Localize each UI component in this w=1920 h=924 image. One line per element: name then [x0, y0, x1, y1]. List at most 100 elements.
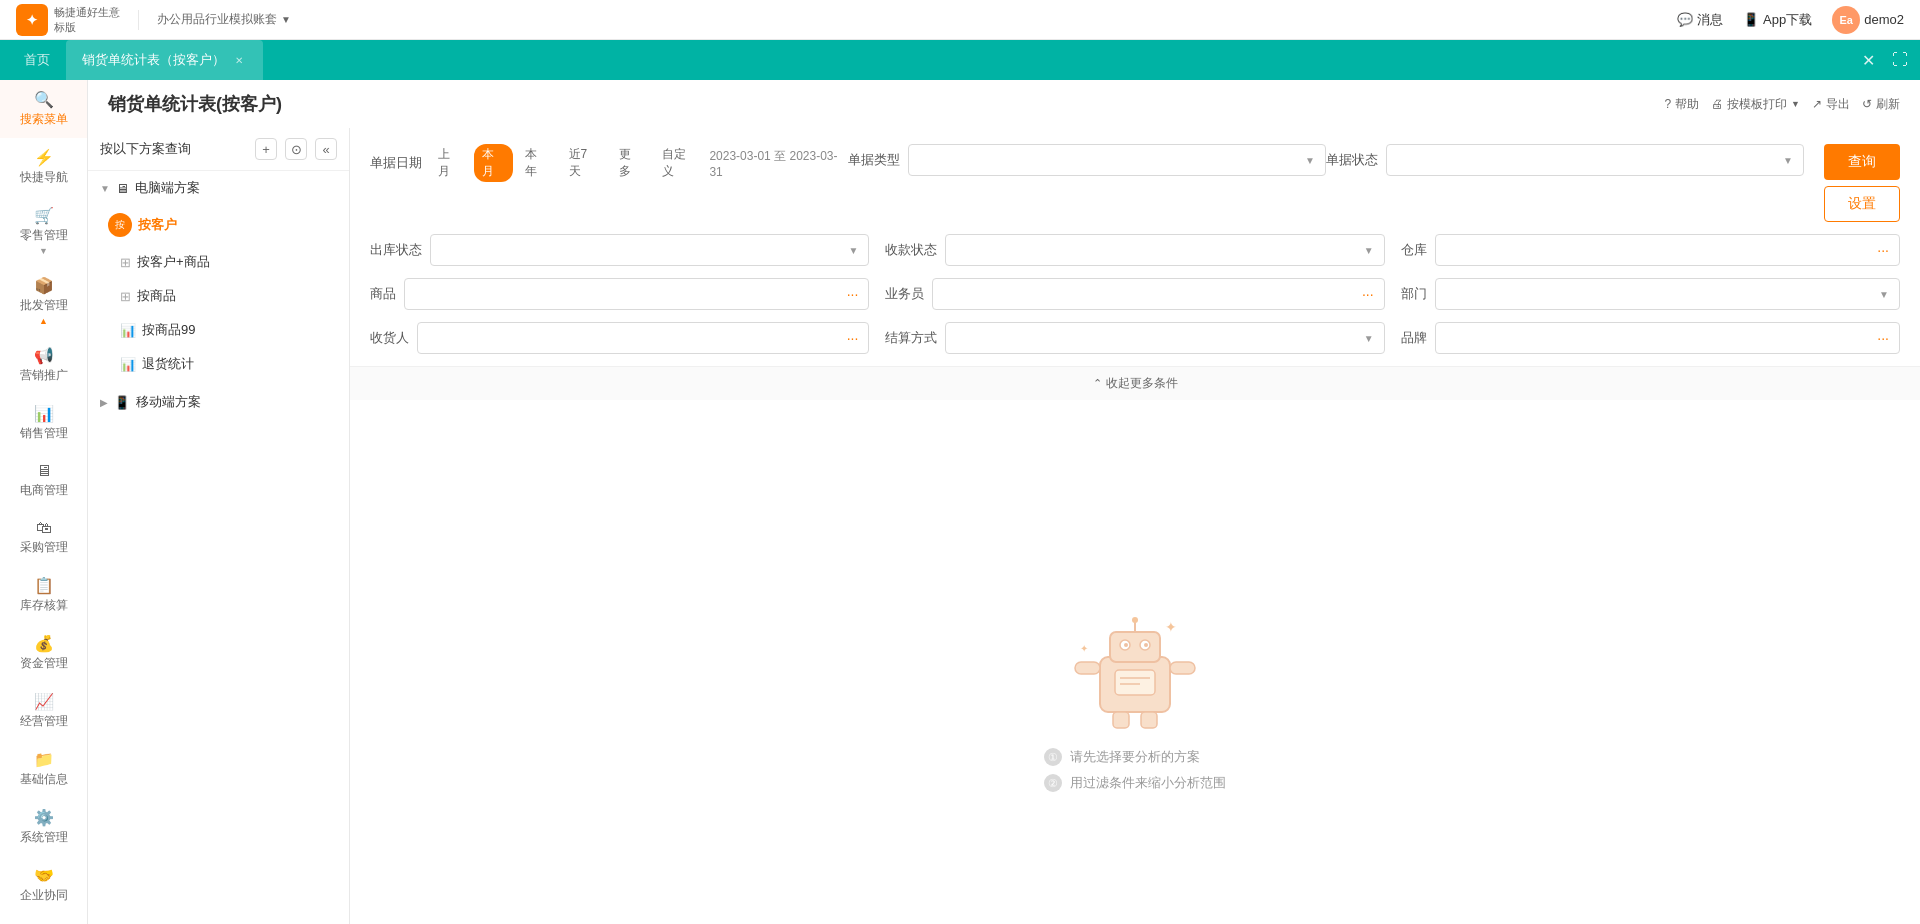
mobile-expand-icon: ▶ [100, 397, 108, 408]
settings-scheme-btn[interactable]: ⊙ [285, 138, 307, 160]
refresh-btn[interactable]: ↺ 刷新 [1862, 96, 1900, 113]
date-last-7[interactable]: 近7天 [561, 144, 607, 182]
date-more[interactable]: 更多 [611, 144, 651, 182]
sidebar-item-ecommerce[interactable]: 🖥 电商管理 [0, 452, 87, 509]
sidebar-item-new-guide[interactable]: 📌 新手引导 [0, 914, 87, 924]
outstatus-label: 出库状态 [370, 241, 422, 259]
sidebar-item-sys-mgmt[interactable]: ⚙️ 系统管理 [0, 798, 87, 856]
sidebar-item-marketing[interactable]: 📢 营销推广 [0, 336, 87, 394]
tree-group-mobile[interactable]: ▶ 📱 移动端方案 [88, 385, 349, 419]
header-right: 💬 消息 📱 App下载 Ea demo2 [1677, 6, 1904, 34]
filter-section: 单据日期 上月 本月 本年 近7天 更多 自定义 2023-03-01 至 20… [350, 128, 1920, 366]
tab-home[interactable]: 首页 [8, 40, 66, 80]
tree-item-by-return[interactable]: 📊 退货统计 [88, 347, 349, 381]
date-custom[interactable]: 自定义 [654, 144, 705, 182]
docstatus-dropdown-icon: ▼ [1783, 155, 1793, 166]
dept-select[interactable]: ▼ [1435, 278, 1900, 310]
by-product-99-icon: 📊 [120, 323, 136, 338]
sidebar-item-retail[interactable]: 🛒 零售管理 ▼ [0, 196, 87, 266]
tree-group-desktop[interactable]: ▼ 🖥 电脑端方案 [88, 171, 349, 205]
empty-state: ✦ ✦ ① 请先选择要分析的方案 ② [1044, 612, 1226, 792]
operations-icon: 📈 [34, 692, 54, 711]
salesperson-label: 业务员 [885, 285, 924, 303]
sidebar-item-enterprise-label: 企业协同 [20, 887, 68, 904]
export-btn[interactable]: ↗ 导出 [1812, 96, 1850, 113]
date-this-year[interactable]: 本年 [517, 144, 557, 182]
message-btn[interactable]: 💬 消息 [1677, 11, 1723, 29]
date-last-month[interactable]: 上月 [430, 144, 470, 182]
page-header: 销货单统计表(按客户) ? 帮助 🖨 按模板打印 ▼ ↗ 导出 [88, 80, 1920, 128]
tab-close-icon[interactable]: ✕ [231, 52, 247, 68]
date-this-month[interactable]: 本月 [474, 144, 514, 182]
wholesale-icon: 📦 [34, 276, 54, 295]
sidebar-item-inventory-label: 库存核算 [20, 597, 68, 614]
docstatus-select[interactable]: ▼ [1386, 144, 1804, 176]
consignee-dots-icon: ··· [847, 330, 859, 346]
right-side: 销货单统计表(按客户) ? 帮助 🖨 按模板打印 ▼ ↗ 导出 [88, 80, 1920, 924]
tab-sales-customer[interactable]: 销货单统计表（按客户） ✕ [66, 40, 263, 80]
tree-item-by-customer[interactable]: 按 按客户 [88, 205, 349, 245]
payment-select[interactable]: ▼ [945, 322, 1384, 354]
query-btn[interactable]: 查询 [1824, 144, 1900, 180]
retail-expand-icon: ▼ [39, 246, 48, 256]
left-panel: 按以下方案查询 + ⊙ « ▼ 🖥 电脑端方案 [88, 128, 350, 924]
help-btn[interactable]: ? 帮助 [1664, 96, 1699, 113]
sidebar-item-finance[interactable]: 💰 资金管理 [0, 624, 87, 682]
date-options: 上月 本月 本年 近7天 更多 自定义 2023-03-01 至 2023-03… [430, 144, 848, 182]
tab-close-all-btn[interactable]: ✕ [1856, 48, 1880, 72]
sidebar-item-purchase-label: 采购管理 [20, 539, 68, 556]
sidebar-item-enterprise[interactable]: 🤝 企业协同 [0, 856, 87, 914]
paystatus-select[interactable]: ▼ [945, 234, 1384, 266]
sidebar-item-ecommerce-label: 电商管理 [20, 482, 68, 499]
print-btn[interactable]: 🖨 按模板打印 ▼ [1711, 96, 1800, 113]
svg-rect-8 [1075, 662, 1100, 674]
svg-rect-12 [1115, 670, 1155, 695]
outstatus-select[interactable]: ▼ [430, 234, 869, 266]
svg-rect-10 [1113, 712, 1129, 728]
add-scheme-btn[interactable]: + [255, 138, 277, 160]
tab-home-label: 首页 [24, 51, 50, 69]
user-profile[interactable]: Ea demo2 [1832, 6, 1904, 34]
sidebar-item-operations[interactable]: 📈 经营管理 [0, 682, 87, 740]
account-switcher[interactable]: 办公用品行业模拟账套 ▼ [157, 11, 291, 28]
dept-dropdown-icon: ▼ [1879, 289, 1889, 300]
filter-warehouse-group: 仓库 ··· [1401, 234, 1900, 266]
sidebar-item-basic-info[interactable]: 📁 基础信息 [0, 740, 87, 798]
sys-mgmt-icon: ⚙️ [34, 808, 54, 827]
doctype-select[interactable]: ▼ [908, 144, 1326, 176]
collapse-conditions-btn[interactable]: ⌃ 收起更多条件 [350, 366, 1920, 400]
date-label: 单据日期 [370, 154, 422, 172]
doctype-label: 单据类型 [848, 151, 900, 169]
sidebar-item-purchase[interactable]: 🛍 采购管理 [0, 509, 87, 566]
brand-select[interactable]: ··· [1435, 322, 1900, 354]
product-select[interactable]: ··· [404, 278, 869, 310]
empty-hints: ① 请先选择要分析的方案 ② 用过滤条件来缩小分析范围 [1044, 748, 1226, 792]
sidebar-item-search-menu[interactable]: 🔍 搜索菜单 [0, 80, 87, 138]
salesperson-select[interactable]: ··· [932, 278, 1384, 310]
tree-item-by-customer-product[interactable]: ⊞ 按客户+商品 [88, 245, 349, 279]
tab-maximize-btn[interactable]: ⛶ [1888, 48, 1912, 72]
consignee-select[interactable]: ··· [417, 322, 869, 354]
filter-row-4: 收货人 ··· 结算方式 ▼ [370, 322, 1900, 366]
sidebar-item-inventory[interactable]: 📋 库存核算 [0, 566, 87, 624]
desktop-group-icon: 🖥 [116, 181, 129, 196]
app-download-icon: 📱 [1743, 12, 1759, 27]
app-download-btn[interactable]: 📱 App下载 [1743, 11, 1812, 29]
warehouse-select[interactable]: ··· [1435, 234, 1900, 266]
sidebar-item-quick-nav[interactable]: ⚡ 快捷导航 [0, 138, 87, 196]
page-title: 销货单统计表(按客户) [108, 92, 282, 128]
tree-item-by-product-99[interactable]: 📊 按商品99 [88, 313, 349, 347]
collapse-panel-btn[interactable]: « [315, 138, 337, 160]
sidebar-item-finance-label: 资金管理 [20, 655, 68, 672]
setting-btn[interactable]: 设置 [1824, 186, 1900, 222]
content-body: 按以下方案查询 + ⊙ « ▼ 🖥 电脑端方案 [88, 128, 1920, 924]
tree-item-by-product[interactable]: ⊞ 按商品 [88, 279, 349, 313]
sidebar-item-sales[interactable]: 📊 销售管理 [0, 394, 87, 452]
by-return-icon: 📊 [120, 357, 136, 372]
hint-num-2: ② [1044, 774, 1062, 792]
filter-outstatus-group: 出库状态 ▼ [370, 234, 869, 266]
message-icon: 💬 [1677, 12, 1693, 27]
filter-payment-group: 结算方式 ▼ [885, 322, 1384, 354]
sidebar-item-wholesale[interactable]: 📦 批发管理 ▲ [0, 266, 87, 336]
hint-num-1: ① [1044, 748, 1062, 766]
